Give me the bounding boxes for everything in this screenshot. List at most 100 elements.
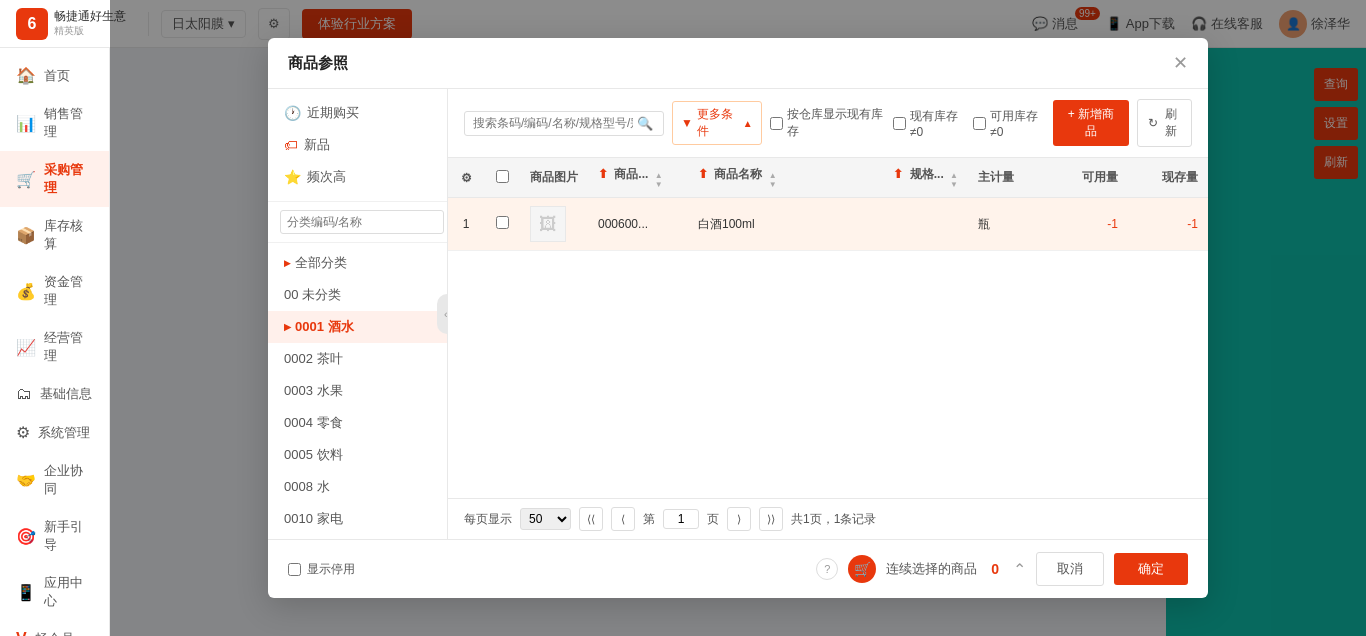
basic-info-icon: 🗂 bbox=[16, 385, 32, 403]
purchase-icon: 🛒 bbox=[16, 170, 36, 189]
product-search-input[interactable] bbox=[473, 116, 633, 130]
col-header-name[interactable]: ⬆ 商品名称 ▲ ▼ bbox=[688, 158, 883, 198]
show-disabled-checkbox-label[interactable]: 显示停用 bbox=[288, 561, 355, 578]
more-filter-button[interactable]: ▼ 更多条件 ▲ bbox=[672, 101, 762, 145]
modal-left-panel: 🕐 近期购买 🏷 新品 ⭐ 频次高 bbox=[268, 89, 448, 539]
next-page-button[interactable]: ⟩ bbox=[727, 507, 751, 531]
cart-label: 连续选择的商品 bbox=[886, 560, 977, 578]
sidebar-item-member[interactable]: V 畅会员 bbox=[0, 620, 109, 636]
checkbox-usable-nonzero[interactable]: 可用库存≠0 bbox=[973, 108, 1045, 139]
sidebar-item-sales[interactable]: 📊 销售管理 bbox=[0, 95, 109, 151]
row-img-cell: 🖼 bbox=[520, 198, 588, 251]
filter-collapse-icon: ▲ bbox=[743, 118, 753, 129]
checkbox-available-nonzero[interactable]: 现有库存≠0 bbox=[893, 108, 965, 139]
col-header-settings[interactable]: ⚙ bbox=[448, 158, 484, 198]
category-item-all[interactable]: ▶ 全部分类 bbox=[268, 247, 447, 279]
sort-arrows-code: ▲ ▼ bbox=[655, 172, 663, 189]
cart-icon[interactable]: 🛒 bbox=[848, 555, 876, 583]
page-number-input[interactable]: 1 bbox=[663, 509, 699, 529]
col-header-spec[interactable]: ⬆ 规格... ▲ ▼ bbox=[883, 158, 968, 198]
sidebar-item-finance[interactable]: 💰 资金管理 bbox=[0, 263, 109, 319]
inventory-icon: 📦 bbox=[16, 226, 36, 245]
frequent-icon: ⭐ bbox=[284, 169, 301, 185]
sidebar-item-purchase[interactable]: 🛒 采购管理 bbox=[0, 151, 109, 207]
quick-link-new[interactable]: 🏷 新品 bbox=[268, 129, 447, 161]
quick-link-frequent[interactable]: ⭐ 频次高 bbox=[268, 161, 447, 193]
modal-right-panel: 🔍 ▼ 更多条件 ▲ 按仓库显示现有库存 bbox=[448, 89, 1208, 539]
collapse-panel-button[interactable]: « bbox=[437, 294, 448, 334]
help-button[interactable]: ? bbox=[816, 558, 838, 580]
table-row[interactable]: 1 🖼 000600. bbox=[448, 198, 1208, 251]
quick-link-recent[interactable]: 🕐 近期购买 bbox=[268, 97, 447, 129]
modal-title: 商品参照 bbox=[288, 54, 348, 73]
sidebar-item-guide[interactable]: 🎯 新手引导 bbox=[0, 508, 109, 564]
sales-icon: 📊 bbox=[16, 114, 36, 133]
footer-right: ? 🛒 连续选择的商品 0 ⌃ 取消 确定 bbox=[816, 552, 1188, 586]
enterprise-icon: 🤝 bbox=[16, 471, 36, 490]
row-avail-cell: -1 bbox=[1048, 198, 1128, 251]
warehouse-stock-checkbox[interactable] bbox=[770, 117, 783, 130]
sidebar-item-home[interactable]: 🏠 首页 bbox=[0, 56, 109, 95]
quick-links: 🕐 近期购买 🏷 新品 ⭐ 频次高 bbox=[268, 89, 447, 202]
category-active-expand-icon: ▶ bbox=[284, 322, 291, 332]
category-expand-icon: ▶ bbox=[284, 258, 291, 268]
category-item-6[interactable]: 0008 水 bbox=[268, 471, 447, 503]
product-table-container: ⚙ 商品图片 bbox=[448, 158, 1208, 498]
sidebar-item-operations[interactable]: 📈 经营管理 bbox=[0, 319, 109, 375]
sort-icon-spec: ⬆ bbox=[893, 167, 903, 181]
show-disabled-checkbox[interactable] bbox=[288, 563, 301, 576]
sidebar-item-system[interactable]: ⚙ 系统管理 bbox=[0, 413, 109, 452]
page-of-label: 页 bbox=[707, 511, 719, 528]
category-item-5[interactable]: 0005 饮料 bbox=[268, 439, 447, 471]
table-settings-icon[interactable]: ⚙ bbox=[461, 171, 472, 185]
sidebar-item-basic-info[interactable]: 🗂 基础信息 bbox=[0, 375, 109, 413]
category-item-7[interactable]: 0010 家电 bbox=[268, 503, 447, 535]
category-item-4[interactable]: 0004 零食 bbox=[268, 407, 447, 439]
modal-close-button[interactable]: ✕ bbox=[1173, 52, 1188, 74]
category-item-0[interactable]: 00 未分类 bbox=[268, 279, 447, 311]
home-icon: 🏠 bbox=[16, 66, 36, 85]
product-search-icon-button[interactable]: 🔍 bbox=[637, 116, 653, 131]
footer-collapse-button[interactable]: ⌃ bbox=[1013, 560, 1026, 579]
finance-icon: 💰 bbox=[16, 282, 36, 301]
main-layout: 🏠 首页 📊 销售管理 🛒 采购管理 📦 库存核算 💰 资金管理 📈 经 bbox=[0, 48, 1366, 636]
prev-page-button[interactable]: ⟨ bbox=[611, 507, 635, 531]
last-page-button[interactable]: ⟩⟩ bbox=[759, 507, 783, 531]
sort-arrows-spec: ▲ ▼ bbox=[950, 172, 958, 189]
page-size-select[interactable]: 50 100 200 bbox=[520, 508, 571, 530]
row-checkbox[interactable] bbox=[496, 216, 509, 229]
sort-icon-code: ⬆ bbox=[598, 167, 608, 181]
modal-header: 商品参照 ✕ bbox=[268, 38, 1208, 89]
row-seq: 1 bbox=[448, 198, 484, 251]
usable-nonzero-checkbox[interactable] bbox=[973, 117, 986, 130]
modal-body: 🕐 近期购买 🏷 新品 ⭐ 频次高 bbox=[268, 89, 1208, 539]
sidebar-item-enterprise[interactable]: 🤝 企业协同 bbox=[0, 452, 109, 508]
row-checkbox-cell[interactable] bbox=[484, 198, 520, 251]
system-icon: ⚙ bbox=[16, 423, 30, 442]
col-header-checkbox[interactable] bbox=[484, 158, 520, 198]
col-header-code[interactable]: ⬆ 商品... ▲ ▼ bbox=[588, 158, 688, 198]
select-all-checkbox[interactable] bbox=[496, 170, 509, 183]
sidebar-item-appstore[interactable]: 📱 应用中心 bbox=[0, 564, 109, 620]
available-nonzero-checkbox[interactable] bbox=[893, 117, 906, 130]
first-page-button[interactable]: ⟨⟨ bbox=[579, 507, 603, 531]
category-search-input[interactable] bbox=[280, 210, 444, 234]
row-spec-cell bbox=[883, 198, 968, 251]
product-table: ⚙ 商品图片 bbox=[448, 158, 1208, 251]
page-size-label: 每页显示 bbox=[464, 511, 512, 528]
refresh-button[interactable]: ↻ 刷新 bbox=[1137, 99, 1192, 147]
category-item-2[interactable]: 0002 茶叶 bbox=[268, 343, 447, 375]
checkbox-warehouse-stock[interactable]: 按仓库显示现有库存 bbox=[770, 106, 885, 140]
row-stock-cell: -1 bbox=[1128, 198, 1208, 251]
page-label: 第 bbox=[643, 511, 655, 528]
row-name-cell: 白酒100ml bbox=[688, 198, 883, 251]
refresh-icon: ↻ bbox=[1148, 116, 1158, 130]
modal-toolbar: 🔍 ▼ 更多条件 ▲ 按仓库显示现有库存 bbox=[448, 89, 1208, 158]
add-product-button[interactable]: + 新增商品 bbox=[1053, 100, 1128, 146]
category-item-3[interactable]: 0003 水果 bbox=[268, 375, 447, 407]
category-item-1[interactable]: ▶ 0001 酒水 bbox=[268, 311, 447, 343]
confirm-button[interactable]: 确定 bbox=[1114, 553, 1188, 585]
recent-icon: 🕐 bbox=[284, 105, 301, 121]
cancel-button[interactable]: 取消 bbox=[1036, 552, 1104, 586]
sidebar-item-inventory[interactable]: 📦 库存核算 bbox=[0, 207, 109, 263]
